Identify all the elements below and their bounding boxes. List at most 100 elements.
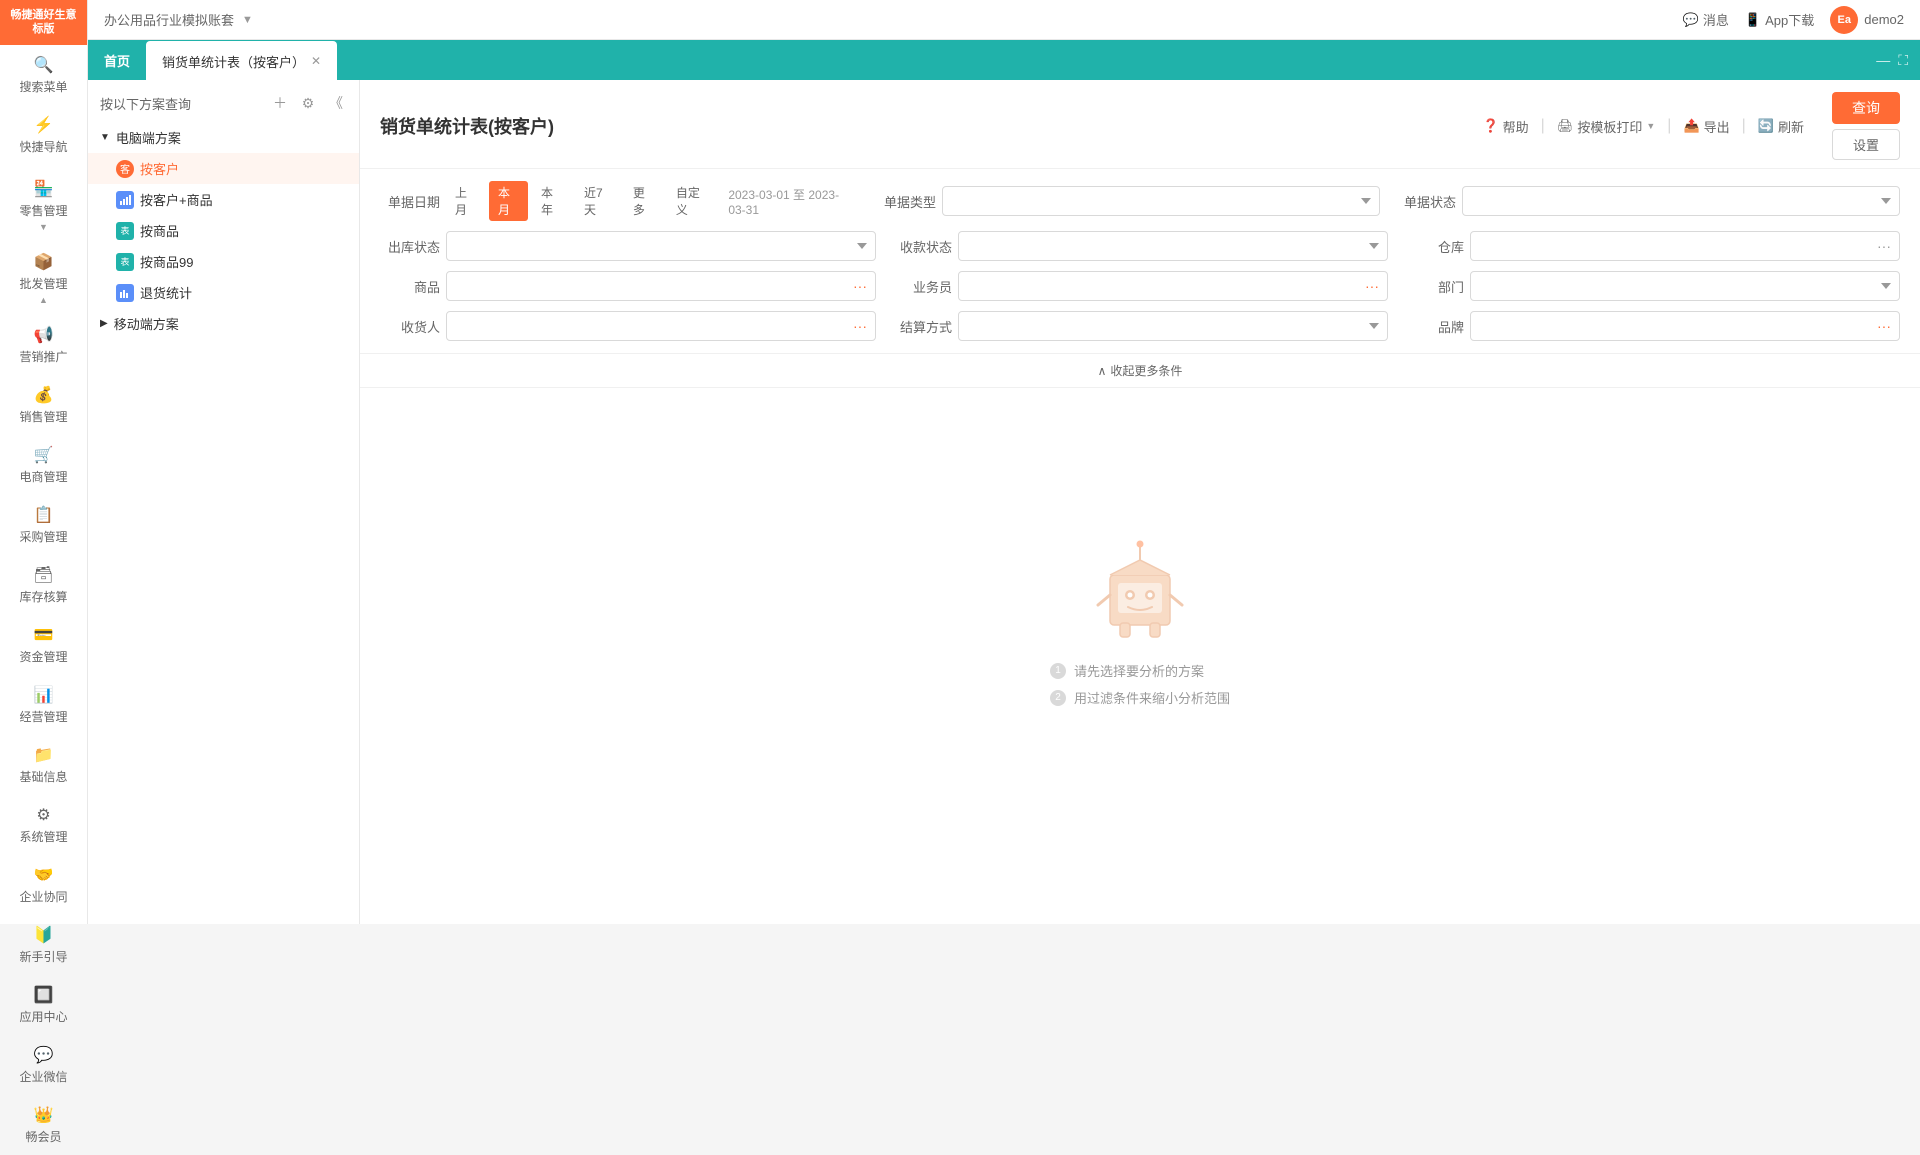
- avatar: Ea: [1830, 6, 1858, 34]
- sidebar-item-label: 经营管理: [19, 708, 67, 725]
- user-menu[interactable]: Ea demo2: [1830, 6, 1904, 34]
- sidebar-item-retail[interactable]: 🏪 零售管理 ▼: [0, 169, 87, 242]
- help-button[interactable]: ❓ 帮助: [1482, 117, 1528, 136]
- tree-child-by-customer[interactable]: 客 按客户: [88, 153, 359, 184]
- refresh-button[interactable]: 🔄 刷新: [1758, 117, 1804, 136]
- settlement-select[interactable]: [958, 311, 1388, 341]
- sidebar-item-wechat[interactable]: 💬 企业微信: [0, 1035, 87, 1095]
- warehouse-label: 仓库: [1404, 237, 1464, 256]
- salesperson-dots[interactable]: ···: [1365, 278, 1379, 294]
- date-tab-this-year[interactable]: 本年: [532, 181, 571, 221]
- tree-parent-desktop[interactable]: ▼ 电脑端方案: [88, 122, 359, 153]
- sidebar-item-ecommerce[interactable]: 🛒 电商管理: [0, 435, 87, 495]
- by-goods99-icon: 表: [116, 253, 134, 271]
- filter-area: 单据日期 上月 本月 本年 近7天 更多 自定义 2023-03-01 至 20…: [360, 169, 1920, 354]
- tab-close-icon[interactable]: ✕: [311, 54, 321, 68]
- system-icon: ⚙: [36, 805, 50, 825]
- app-download-button[interactable]: 📱 App下载: [1745, 10, 1814, 29]
- settings-scheme-button[interactable]: ⚙: [297, 92, 319, 114]
- docstatus-select[interactable]: [1462, 186, 1900, 216]
- help-icon: ❓: [1482, 118, 1498, 134]
- print-button[interactable]: 🖨 按模板打印 ▼: [1557, 117, 1655, 136]
- divider2: |: [1667, 117, 1671, 135]
- goods-dots[interactable]: ···: [853, 278, 867, 294]
- page-actions: ❓ 帮助 | 🖨 按模板打印 ▼ | 📤 导出 |: [1482, 92, 1900, 160]
- date-tab-custom[interactable]: 自定义: [667, 181, 717, 221]
- sidebar-item-system[interactable]: ⚙ 系统管理: [0, 795, 87, 855]
- sidebar-item-purchase[interactable]: 📋 采购管理: [0, 495, 87, 555]
- sidebar-item-enterprise[interactable]: 🤝 企业协同: [0, 855, 87, 915]
- tab-sales-stat[interactable]: 销货单统计表（按客户） ✕: [146, 41, 337, 81]
- export-button[interactable]: 📤 导出: [1683, 117, 1729, 136]
- tree-child-by-goods99[interactable]: 表 按商品99: [88, 246, 359, 277]
- refresh-label: 刷新: [1778, 117, 1804, 136]
- export-icon: 📤: [1683, 118, 1699, 134]
- sidebar-item-basic[interactable]: 📁 基础信息: [0, 735, 87, 795]
- date-tab-last-month[interactable]: 上月: [446, 181, 485, 221]
- sidebar-item-quicknav[interactable]: ⚡ 快捷导航: [0, 105, 87, 165]
- operation-icon: 📊: [34, 685, 54, 705]
- sidebar-item-sales[interactable]: 💰 销售管理: [0, 375, 87, 435]
- sidebar-item-operation[interactable]: 📊 经营管理: [0, 675, 87, 735]
- sidebar-item-label: 搜索菜单: [19, 78, 67, 95]
- filter-row-2: 出库状态 收款状态 仓库: [380, 231, 1900, 261]
- window-minimize-icon[interactable]: —: [1876, 52, 1890, 68]
- doctype-label: 单据类型: [876, 192, 936, 211]
- outstatus-label: 出库状态: [380, 237, 440, 256]
- filter-col-outstatus: 出库状态: [380, 231, 876, 261]
- message-label: 消息: [1703, 10, 1729, 29]
- tree-child-by-customer-goods[interactable]: 按客户+商品: [88, 184, 359, 215]
- message-button[interactable]: 💬 消息: [1683, 10, 1729, 29]
- left-panel: 按以下方案查询 ＋ ⚙ 《 ▼ 电脑端方案 客 按客户: [88, 80, 360, 924]
- paystatus-select[interactable]: [958, 231, 1388, 261]
- warehouse-dots[interactable]: ···: [1877, 238, 1891, 254]
- date-tab-this-month[interactable]: 本月: [489, 181, 528, 221]
- collapse-panel-button[interactable]: 《: [325, 92, 347, 114]
- outstatus-select[interactable]: [446, 231, 876, 261]
- department-select[interactable]: [1470, 271, 1900, 301]
- sidebar-item-label: 销售管理: [19, 408, 67, 425]
- date-label: 单据日期: [380, 192, 440, 211]
- doctype-select[interactable]: [942, 186, 1380, 216]
- ecommerce-icon: 🛒: [34, 445, 54, 465]
- sidebar-item-label: 零售管理: [19, 202, 67, 219]
- sidebar-item-finance[interactable]: 💳 资金管理: [0, 615, 87, 675]
- window-maximize-icon[interactable]: ⛶: [1898, 52, 1908, 69]
- retail-icon: 🏪: [34, 179, 54, 199]
- tree-arrow-down-icon: ▼: [100, 132, 110, 143]
- logo-area: 畅捷通好生意 标版: [0, 0, 87, 45]
- header-right: 💬 消息 📱 App下载 Ea demo2: [1683, 6, 1904, 34]
- brand-label: 品牌: [1404, 317, 1464, 336]
- tab-home[interactable]: 首页: [88, 40, 146, 80]
- date-tab-more[interactable]: 更多: [624, 181, 663, 221]
- tree-parent-label: 电脑端方案: [116, 128, 181, 147]
- wholesale-icon: 📦: [34, 252, 54, 272]
- empty-tip-1: 1 请先选择要分析的方案: [1050, 661, 1230, 680]
- tree-child-return-stat[interactable]: 退货统计: [88, 277, 359, 308]
- sidebar-item-label: 批发管理: [19, 275, 67, 292]
- marketing-icon: 📢: [34, 325, 54, 345]
- query-button[interactable]: 查询: [1832, 92, 1900, 124]
- filter-row-3: 商品 ··· 业务员 ··· 部门: [380, 271, 1900, 301]
- add-scheme-button[interactable]: ＋: [269, 92, 291, 114]
- sidebar-item-marketing[interactable]: 📢 营销推广: [0, 315, 87, 375]
- sidebar-item-appcenter[interactable]: 🔲 应用中心: [0, 975, 87, 1035]
- settings-button[interactable]: 设置: [1832, 129, 1900, 160]
- date-tab-7days[interactable]: 近7天: [575, 181, 620, 221]
- left-panel-title: 按以下方案查询: [100, 94, 191, 113]
- sidebar-item-wholesale[interactable]: 📦 批发管理 ▲: [0, 242, 87, 315]
- help-label: 帮助: [1503, 117, 1529, 136]
- tree-child-label: 按商品99: [140, 252, 193, 271]
- chevron-up-icon: ▲: [39, 295, 48, 305]
- brand-dots[interactable]: ···: [1877, 318, 1891, 334]
- sidebar-item-member[interactable]: 👑 畅会员: [0, 1095, 87, 1155]
- print-label: 按模板打印: [1577, 117, 1642, 136]
- collapse-bar[interactable]: ∧ 收起更多条件: [360, 354, 1920, 388]
- tree-parent-mobile[interactable]: ▶ 移动端方案: [88, 308, 359, 339]
- sidebar-item-inventory[interactable]: 🗃 库存核算: [0, 555, 87, 615]
- tree-arrow-right-icon: ▶: [100, 318, 108, 329]
- tree-child-by-goods[interactable]: 表 按商品: [88, 215, 359, 246]
- purchase-icon: 📋: [34, 505, 54, 525]
- receiver-dots[interactable]: ···: [853, 318, 867, 334]
- sidebar-item-search[interactable]: 🔍 搜索菜单: [0, 45, 87, 105]
